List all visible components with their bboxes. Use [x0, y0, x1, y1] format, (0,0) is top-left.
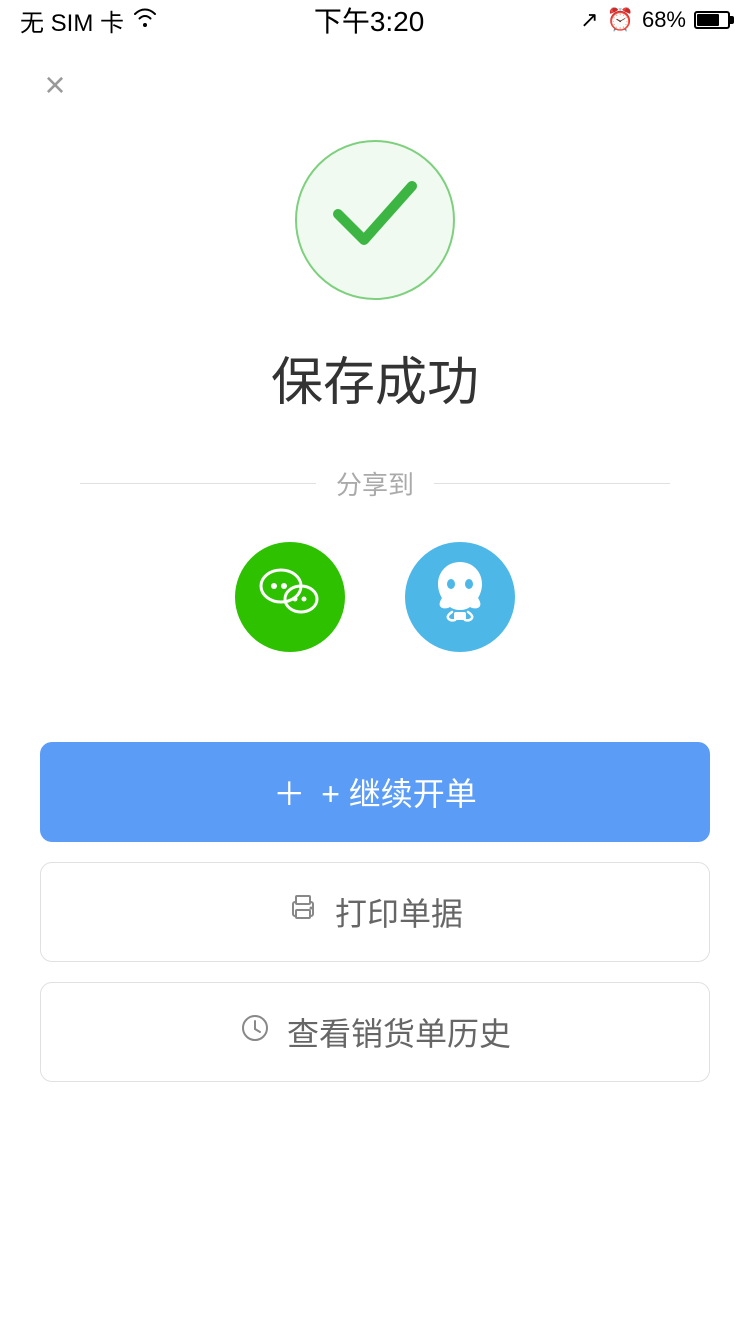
close-icon: × [44, 67, 65, 103]
success-section: 保存成功 分享到 [0, 120, 750, 742]
divider-right [434, 483, 670, 484]
close-button[interactable]: × [30, 60, 80, 110]
status-time: 下午3:20 [314, 0, 425, 40]
continue-order-label: + 继续开单 [321, 769, 477, 815]
divider-left [80, 483, 316, 484]
sim-status: 无 SIM 卡 [20, 3, 124, 38]
share-section: 分享到 [40, 465, 710, 652]
share-divider: 分享到 [80, 465, 670, 502]
success-title: 保存成功 [271, 340, 479, 415]
history-icon [239, 1012, 271, 1052]
wechat-icon [259, 566, 321, 628]
qq-share-button[interactable] [405, 542, 515, 652]
wechat-share-button[interactable] [235, 542, 345, 652]
actions-section: ＋ + 继续开单 打印单据 查看销货单历史 [0, 742, 750, 1082]
history-label: 查看销货单历史 [287, 1009, 511, 1055]
plus-icon: ＋ [273, 769, 305, 815]
wifi-icon [132, 6, 158, 35]
check-icon [330, 178, 420, 263]
success-circle [295, 140, 455, 300]
print-label: 打印单据 [335, 889, 463, 935]
battery-percent: 68% [642, 7, 686, 33]
continue-order-button[interactable]: ＋ + 继续开单 [40, 742, 710, 842]
alarm-icon: ⏰ [607, 7, 634, 33]
share-label: 分享到 [336, 465, 414, 502]
print-icon [287, 892, 319, 932]
location-icon: ↗ [580, 7, 598, 33]
share-icons [80, 542, 670, 652]
print-button[interactable]: 打印单据 [40, 862, 710, 962]
status-left: 无 SIM 卡 [20, 3, 158, 38]
status-right: ↗ ⏰ 68% [580, 7, 730, 33]
status-bar: 无 SIM 卡 下午3:20 ↗ ⏰ 68% [0, 0, 750, 40]
close-area: × [0, 40, 750, 120]
qq-icon [430, 558, 490, 636]
history-button[interactable]: 查看销货单历史 [40, 982, 710, 1082]
battery-icon [694, 11, 730, 29]
